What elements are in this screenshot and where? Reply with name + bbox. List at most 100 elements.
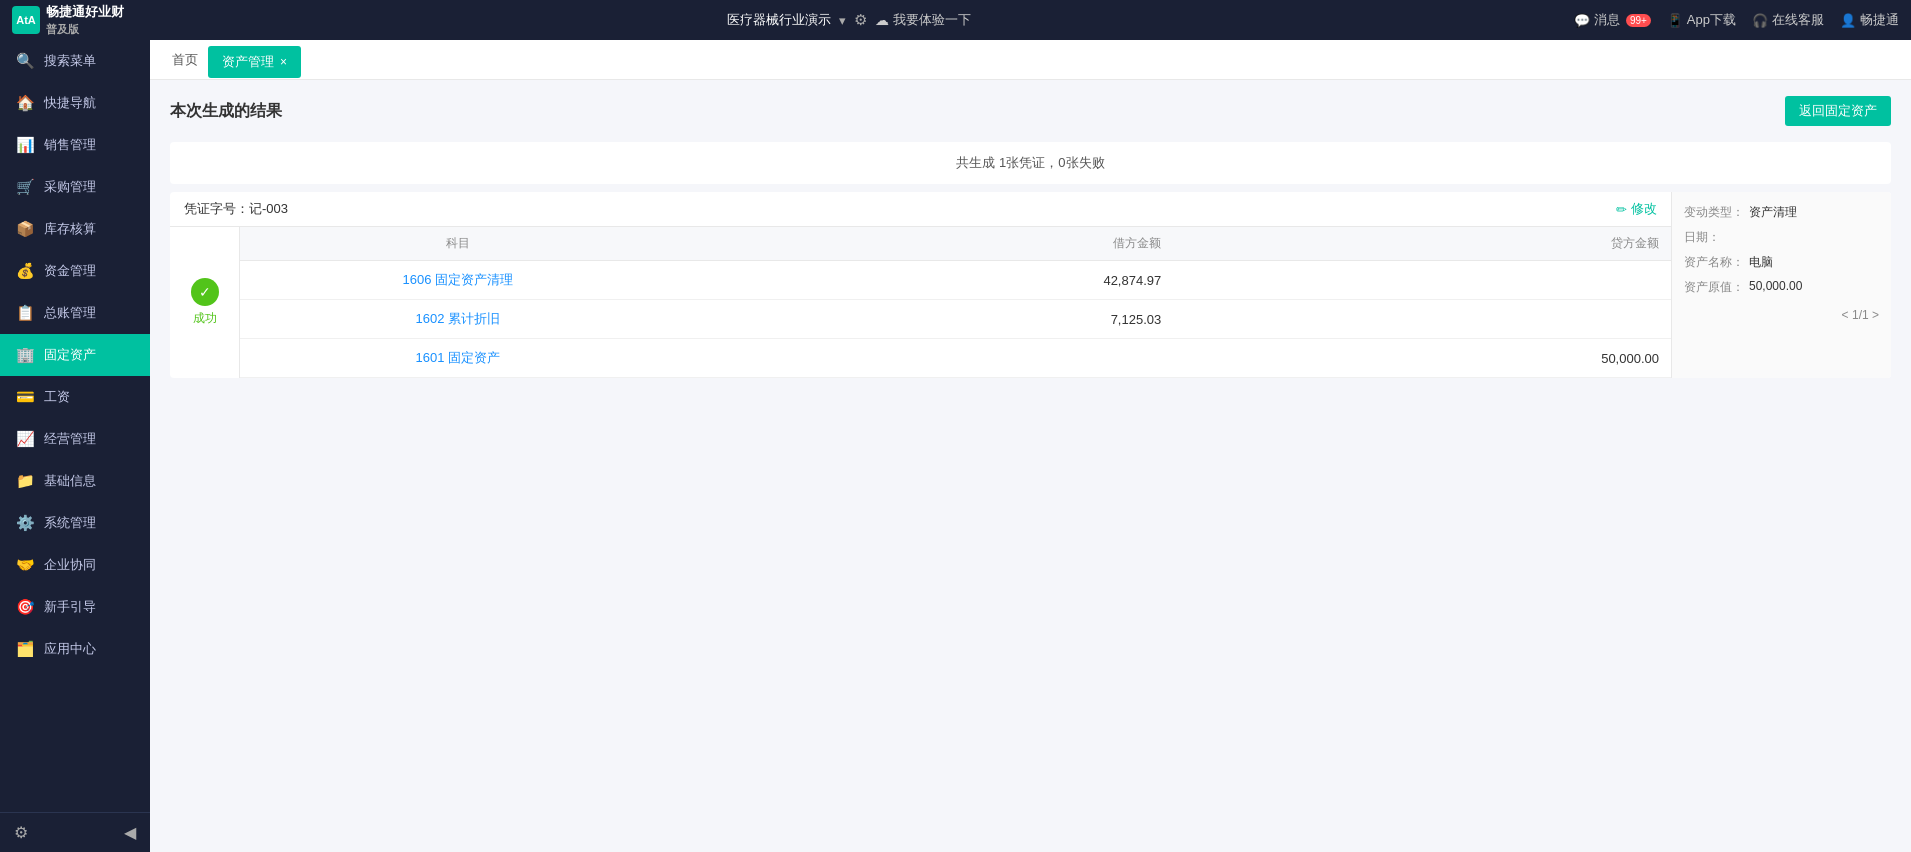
side-asset-value-value: 50,000.00: [1749, 279, 1802, 296]
sidebar-item-operation[interactable]: 📈经营管理: [0, 418, 150, 460]
debit-cell: 42,874.97: [676, 261, 1174, 300]
side-change-type: 变动类型： 资产清理: [1684, 204, 1879, 221]
messages-badge: 99+: [1626, 14, 1651, 27]
sidebar-item-enterprise[interactable]: 🤝企业协同: [0, 544, 150, 586]
table-container: 科目 借方金额 贷方金额 1606 固定资产清理 42,874.97 1602 …: [240, 227, 1671, 378]
return-fixed-asset-button[interactable]: 返回固定资产: [1785, 96, 1891, 126]
table-row: 1606 固定资产清理 42,874.97: [240, 261, 1671, 300]
settings-footer-icon[interactable]: ⚙: [14, 823, 28, 842]
voucher-table-wrapper: ✓ 成功 科目 借方金额 贷方金额: [170, 227, 1671, 378]
logo-icon: AtA: [12, 6, 40, 34]
message-icon: 💬: [1574, 13, 1590, 28]
tab-close-icon[interactable]: ×: [280, 55, 287, 69]
credit-cell: 50,000.00: [1173, 339, 1671, 378]
settings-icon[interactable]: ⚙: [854, 11, 867, 29]
operation-icon: 📈: [16, 430, 34, 448]
page-content: 本次生成的结果 返回固定资产 共生成 1张凭证，0张失败 凭证字号：记-003 …: [150, 80, 1911, 852]
enterprise-icon: 🤝: [16, 556, 34, 574]
sidebar-item-ledger[interactable]: 📋总账管理: [0, 292, 150, 334]
messages-btn[interactable]: 💬 消息 99+: [1574, 11, 1651, 29]
pagination-text: 1/1: [1852, 308, 1872, 322]
credit-cell: [1173, 300, 1671, 339]
table-row: 1601 固定资产 50,000.00: [240, 339, 1671, 378]
side-date: 日期：: [1684, 229, 1879, 246]
topbar: AtA 畅捷通好业财 普及版 医疗器械行业演示 ▾ ⚙ ☁ 我要体验一下 💬 消…: [0, 0, 1911, 40]
page-title: 本次生成的结果: [170, 101, 282, 122]
sidebar-item-fixed-asset[interactable]: 🏢固定资产: [0, 334, 150, 376]
voucher-main: 凭证字号：记-003 ✏ 修改 ✓ 成功: [170, 192, 1671, 378]
prev-page-icon[interactable]: <: [1842, 308, 1849, 322]
side-change-type-label: 变动类型：: [1684, 204, 1749, 221]
sidebar: 🔍搜索菜单🏠快捷导航📊销售管理🛒采购管理📦库存核算💰资金管理📋总账管理🏢固定资产…: [0, 40, 150, 852]
col-header-debit: 借方金额: [676, 227, 1174, 261]
sidebar-item-guide[interactable]: 🎯新手引导: [0, 586, 150, 628]
debit-cell: 7,125.03: [676, 300, 1174, 339]
user-icon: 👤: [1840, 13, 1856, 28]
sidebar-item-purchase[interactable]: 🛒采购管理: [0, 166, 150, 208]
subject-cell: 1602 累计折旧: [240, 300, 676, 339]
tab-asset-management[interactable]: 资产管理 ×: [208, 46, 301, 78]
quick-nav-icon: 🏠: [16, 94, 34, 112]
tabs-bar: 首页 资产管理 ×: [150, 40, 1911, 80]
sidebar-item-fund[interactable]: 💰资金管理: [0, 250, 150, 292]
edition-badge: 普及版: [46, 22, 124, 37]
success-label: 成功: [193, 310, 217, 327]
sidebar-item-search[interactable]: 🔍搜索菜单: [0, 40, 150, 82]
sidebar-item-sales[interactable]: 📊销售管理: [0, 124, 150, 166]
summary-bar: 共生成 1张凭证，0张失败: [170, 142, 1891, 184]
sidebar-item-quick-nav[interactable]: 🏠快捷导航: [0, 82, 150, 124]
app-name: 畅捷通好业财: [46, 3, 124, 21]
side-asset-name-value: 电脑: [1749, 254, 1773, 271]
basic-icon: 📁: [16, 472, 34, 490]
tab-home[interactable]: 首页: [162, 51, 208, 69]
fixed-asset-icon: 🏢: [16, 346, 34, 364]
sidebar-item-basic[interactable]: 📁基础信息: [0, 460, 150, 502]
debit-cell: [676, 339, 1174, 378]
search-icon: 🔍: [16, 52, 34, 70]
guide-icon: 🎯: [16, 598, 34, 616]
purchase-icon: 🛒: [16, 178, 34, 196]
subject-cell: 1601 固定资产: [240, 339, 676, 378]
collapse-sidebar-icon[interactable]: ◀: [124, 823, 136, 842]
page-header: 本次生成的结果 返回固定资产: [170, 96, 1891, 126]
company-name: 医疗器械行业演示: [727, 11, 831, 29]
voucher-table: 科目 借方金额 贷方金额 1606 固定资产清理 42,874.97 1602 …: [240, 227, 1671, 378]
voucher-number: 凭证字号：记-003: [184, 200, 288, 218]
fund-icon: 💰: [16, 262, 34, 280]
sidebar-item-app-center[interactable]: 🗂️应用中心: [0, 628, 150, 670]
user-menu[interactable]: 👤 畅捷通: [1840, 11, 1899, 29]
col-header-subject: 科目: [240, 227, 676, 261]
app-center-icon: 🗂️: [16, 640, 34, 658]
side-date-label: 日期：: [1684, 229, 1749, 246]
voucher-header: 凭证字号：记-003 ✏ 修改: [170, 192, 1671, 227]
headset-icon: 🎧: [1752, 13, 1768, 28]
credit-cell: [1173, 261, 1671, 300]
content-area: 首页 资产管理 × 本次生成的结果 返回固定资产 共生成 1张凭证，0张失败: [150, 40, 1911, 852]
next-page-icon[interactable]: >: [1872, 308, 1879, 322]
sidebar-footer: ⚙ ◀: [0, 812, 150, 852]
payroll-icon: 💳: [16, 388, 34, 406]
side-change-type-value: 资产清理: [1749, 204, 1797, 221]
sidebar-item-inventory[interactable]: 📦库存核算: [0, 208, 150, 250]
voucher-block: 凭证字号：记-003 ✏ 修改 ✓ 成功: [170, 192, 1891, 378]
edit-voucher-button[interactable]: ✏ 修改: [1616, 200, 1657, 218]
col-header-credit: 贷方金额: [1173, 227, 1671, 261]
dropdown-icon[interactable]: ▾: [839, 13, 846, 28]
ledger-icon: 📋: [16, 304, 34, 322]
side-pagination[interactable]: < 1/1 >: [1684, 308, 1879, 322]
online-service-btn[interactable]: 🎧 在线客服: [1752, 11, 1824, 29]
sidebar-item-payroll[interactable]: 💳工资: [0, 376, 150, 418]
phone-icon: 📱: [1667, 13, 1683, 28]
voucher-side: 变动类型： 资产清理 日期： 资产名称： 电脑 资产原值： 50,000.00: [1671, 192, 1891, 378]
app-download-btn[interactable]: 📱 App下载: [1667, 11, 1736, 29]
table-row: 1602 累计折旧 7,125.03: [240, 300, 1671, 339]
sidebar-item-system[interactable]: ⚙️系统管理: [0, 502, 150, 544]
edit-icon: ✏: [1616, 202, 1627, 217]
side-asset-value-label: 资产原值：: [1684, 279, 1749, 296]
side-asset-value: 资产原值： 50,000.00: [1684, 279, 1879, 296]
topbar-right: 💬 消息 99+ 📱 App下载 🎧 在线客服 👤 畅捷通: [1574, 11, 1899, 29]
inventory-icon: 📦: [16, 220, 34, 238]
try-btn[interactable]: ☁ 我要体验一下: [875, 11, 971, 29]
system-icon: ⚙️: [16, 514, 34, 532]
summary-text: 共生成 1张凭证，0张失败: [956, 155, 1104, 170]
